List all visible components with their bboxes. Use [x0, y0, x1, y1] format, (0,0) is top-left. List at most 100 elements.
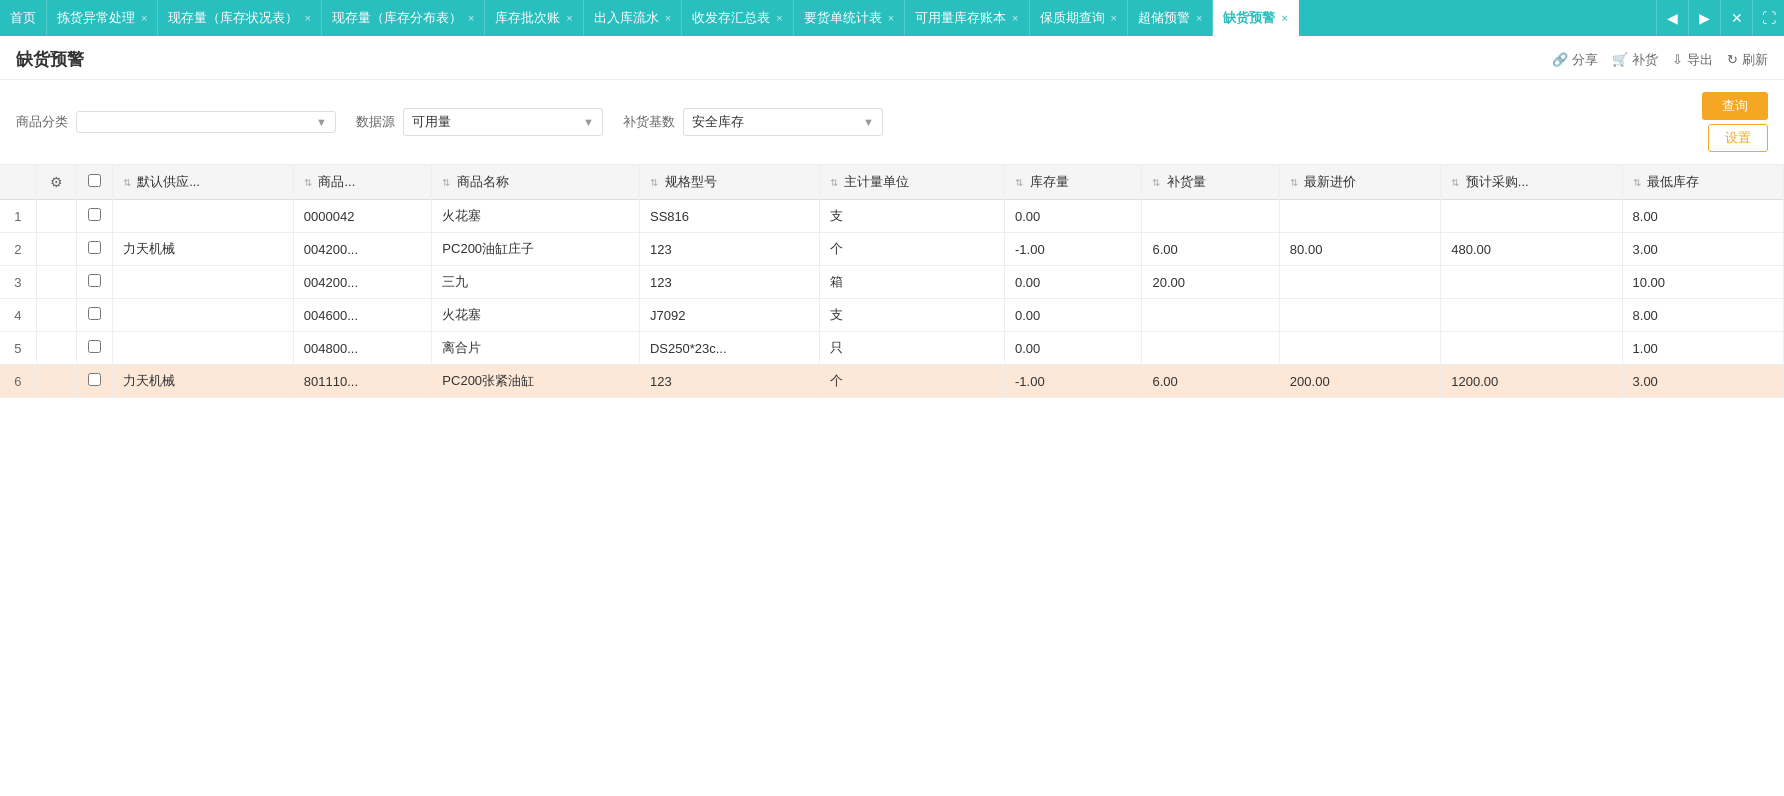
- th-stock[interactable]: ⇅ 库存量: [1005, 165, 1142, 200]
- sort-icon: ⇅: [650, 177, 658, 188]
- category-label: 商品分类: [16, 113, 68, 131]
- query-button[interactable]: 查询: [1702, 92, 1768, 120]
- th-latest-price[interactable]: ⇅ 最新进价: [1279, 165, 1440, 200]
- row-latest-price: [1279, 332, 1440, 365]
- th-min-stock[interactable]: ⇅ 最低库存: [1622, 165, 1783, 200]
- row-checkbox[interactable]: [88, 208, 101, 221]
- sort-icon: ⇅: [1152, 177, 1160, 188]
- nav-next-button[interactable]: ▶: [1688, 0, 1720, 36]
- th-name[interactable]: ⇅ 商品名称: [432, 165, 640, 200]
- row-unit: 只: [819, 332, 1004, 365]
- row-name: 火花塞: [432, 200, 640, 233]
- tab-inout-flow[interactable]: 出入库流水 ×: [584, 0, 682, 36]
- datasource-value: 可用量: [412, 113, 451, 131]
- th-estimated-purchase[interactable]: ⇅ 预计采购...: [1441, 165, 1622, 200]
- replenish-base-select[interactable]: 安全库存 ▼: [683, 108, 883, 136]
- close-icon[interactable]: ×: [141, 12, 147, 24]
- row-checkbox-cell: [76, 200, 112, 233]
- nav-prev-button[interactable]: ◀: [1656, 0, 1688, 36]
- tab-picking-exception[interactable]: 拣货异常处理 ×: [47, 0, 158, 36]
- settings-button[interactable]: 设置: [1708, 124, 1768, 152]
- tab-label: 缺货预警: [1223, 9, 1275, 27]
- table-row[interactable]: 1 0000042 火花塞 SS816 支 0.00 8.00: [0, 200, 1784, 233]
- th-replenish[interactable]: ⇅ 补货量: [1142, 165, 1279, 200]
- row-latest-price: [1279, 266, 1440, 299]
- th-settings[interactable]: ⚙: [36, 165, 76, 200]
- row-supplier: [112, 299, 293, 332]
- datasource-select[interactable]: 可用量 ▼: [403, 108, 603, 136]
- table-row[interactable]: 5 004800... 离合片 DS250*23c... 只 0.00 1.00: [0, 332, 1784, 365]
- close-icon[interactable]: ×: [665, 12, 671, 24]
- tab-label: 现存量（库存状况表）: [168, 9, 298, 27]
- row-code: 0000042: [293, 200, 432, 233]
- nav-close-button[interactable]: ✕: [1720, 0, 1752, 36]
- tab-label: 现存量（库存分布表）: [332, 9, 462, 27]
- tab-receive-summary[interactable]: 收发存汇总表 ×: [682, 0, 793, 36]
- share-button[interactable]: 🔗 分享: [1552, 51, 1598, 69]
- row-unit: 个: [819, 365, 1004, 398]
- th-spec[interactable]: ⇅ 规格型号: [639, 165, 819, 200]
- gear-icon[interactable]: ⚙: [50, 174, 63, 190]
- row-min-stock: 1.00: [1622, 332, 1783, 365]
- row-number: 4: [0, 299, 36, 332]
- table-row[interactable]: 4 004600... 火花塞 J7092 支 0.00 8.00: [0, 299, 1784, 332]
- row-code: 004200...: [293, 266, 432, 299]
- tab-expiry-query[interactable]: 保质期查询 ×: [1030, 0, 1128, 36]
- close-icon[interactable]: ×: [1281, 12, 1287, 24]
- row-name: PC200张紧油缸: [432, 365, 640, 398]
- table-row[interactable]: 2 力天机械 004200... PC200油缸庄子 123 个 -1.00 6…: [0, 233, 1784, 266]
- row-checkbox[interactable]: [88, 340, 101, 353]
- tab-overstock[interactable]: 超储预警 ×: [1128, 0, 1213, 36]
- row-settings-cell: [36, 233, 76, 266]
- chevron-down-icon: ▼: [863, 116, 874, 128]
- row-estimated-purchase: 480.00: [1441, 233, 1622, 266]
- tab-demand-stats[interactable]: 要货单统计表 ×: [794, 0, 905, 36]
- replenish-base-label: 补货基数: [623, 113, 675, 131]
- tab-available-ledger[interactable]: 可用量库存账本 ×: [905, 0, 1029, 36]
- th-name-label: 商品名称: [457, 174, 509, 189]
- row-checkbox[interactable]: [88, 307, 101, 320]
- tab-stock-status[interactable]: 现存量（库存状况表） ×: [158, 0, 321, 36]
- th-supplier[interactable]: ⇅ 默认供应...: [112, 165, 293, 200]
- replenish-base-value: 安全库存: [692, 113, 744, 131]
- tab-home[interactable]: 首页: [0, 0, 47, 36]
- th-unit[interactable]: ⇅ 主计量单位: [819, 165, 1004, 200]
- close-icon[interactable]: ×: [468, 12, 474, 24]
- close-icon[interactable]: ×: [304, 12, 310, 24]
- select-all-checkbox[interactable]: [88, 174, 101, 187]
- row-checkbox[interactable]: [88, 274, 101, 287]
- row-min-stock: 8.00: [1622, 200, 1783, 233]
- row-settings-cell: [36, 200, 76, 233]
- table-body: 1 0000042 火花塞 SS816 支 0.00 8.00 2 力天机械 0…: [0, 200, 1784, 398]
- tab-batch-account[interactable]: 库存批次账 ×: [485, 0, 583, 36]
- th-code[interactable]: ⇅ 商品...: [293, 165, 432, 200]
- category-select[interactable]: ▼: [76, 111, 336, 133]
- top-navigation: 首页 拣货异常处理 × 现存量（库存状况表） × 现存量（库存分布表） × 库存…: [0, 0, 1784, 36]
- tab-stock-dist[interactable]: 现存量（库存分布表） ×: [322, 0, 485, 36]
- close-icon[interactable]: ×: [1012, 12, 1018, 24]
- th-estimated-purchase-label: 预计采购...: [1466, 174, 1529, 189]
- sort-icon: ⇅: [1633, 177, 1641, 188]
- close-icon[interactable]: ×: [888, 12, 894, 24]
- page-header: 缺货预警 🔗 分享 🛒 补货 ⇩ 导出 ↻ 刷新: [0, 36, 1784, 80]
- th-replenish-label: 补货量: [1167, 174, 1206, 189]
- row-checkbox[interactable]: [88, 241, 101, 254]
- row-number: 5: [0, 332, 36, 365]
- row-checkbox-cell: [76, 233, 112, 266]
- table-row[interactable]: 6 力天机械 801110... PC200张紧油缸 123 个 -1.00 6…: [0, 365, 1784, 398]
- row-checkbox[interactable]: [88, 373, 101, 386]
- refresh-label: 刷新: [1742, 51, 1768, 69]
- close-icon[interactable]: ×: [1196, 12, 1202, 24]
- refresh-button[interactable]: ↻ 刷新: [1727, 51, 1768, 69]
- table-row[interactable]: 3 004200... 三九 123 箱 0.00 20.00 10.00: [0, 266, 1784, 299]
- export-icon: ⇩: [1672, 52, 1683, 67]
- export-button[interactable]: ⇩ 导出: [1672, 51, 1713, 69]
- close-icon[interactable]: ×: [1111, 12, 1117, 24]
- row-estimated-purchase: 1200.00: [1441, 365, 1622, 398]
- nav-expand-button[interactable]: ⛶: [1752, 0, 1784, 36]
- tab-shortage[interactable]: 缺货预警 ×: [1213, 0, 1298, 36]
- replenish-button[interactable]: 🛒 补货: [1612, 51, 1658, 69]
- row-supplier: [112, 200, 293, 233]
- close-icon[interactable]: ×: [566, 12, 572, 24]
- close-icon[interactable]: ×: [776, 12, 782, 24]
